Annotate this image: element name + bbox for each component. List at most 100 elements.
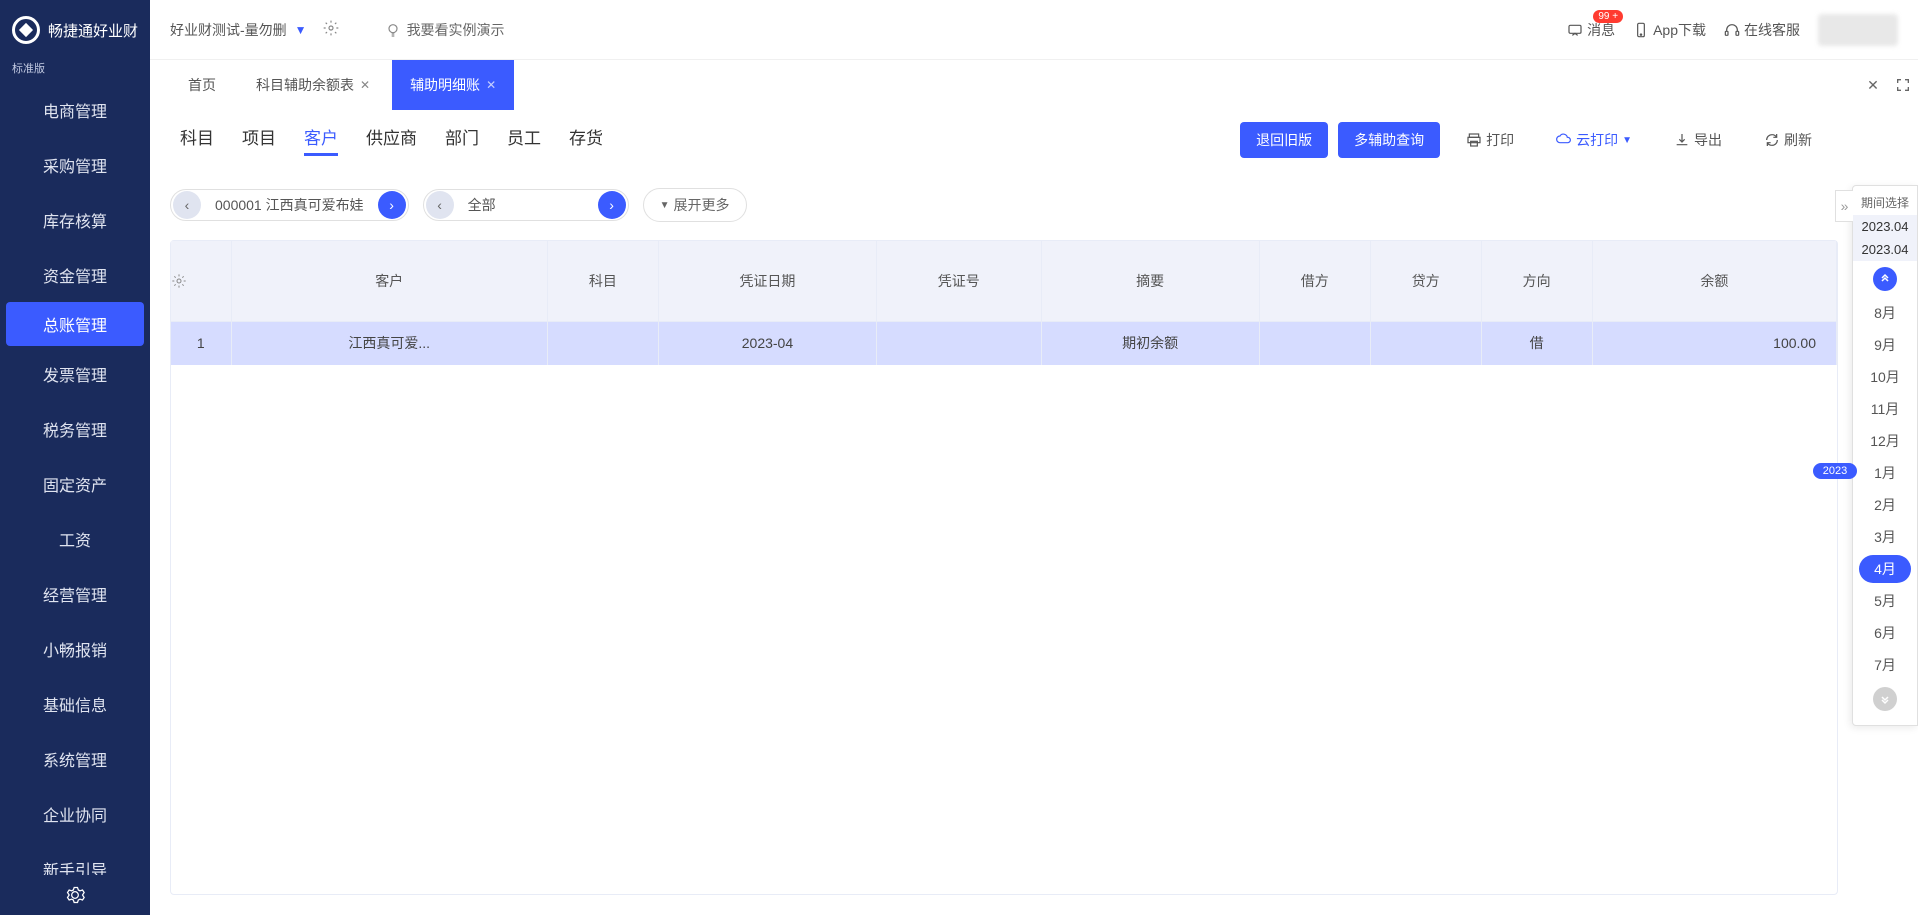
sidebar-item[interactable]: 企业协同 xyxy=(0,786,150,841)
period-to[interactable]: 2023.04 xyxy=(1853,238,1917,261)
messages-badge: 99 + xyxy=(1593,10,1623,23)
filter-tab[interactable]: 存货 xyxy=(569,124,603,156)
period-month[interactable]: 6月 xyxy=(1853,617,1917,649)
table-header-cell: 客户 xyxy=(231,241,547,321)
sidebar-item[interactable]: 税务管理 xyxy=(0,401,150,456)
user-avatar[interactable] xyxy=(1818,14,1898,46)
close-all-tabs[interactable]: ✕ xyxy=(1858,77,1888,94)
sidebar-item[interactable]: 资金管理 xyxy=(0,247,150,302)
print-button[interactable]: 打印 xyxy=(1450,122,1530,158)
sidebar-item[interactable]: 发票管理 xyxy=(0,346,150,401)
sidebar-item[interactable]: 库存核算 xyxy=(0,192,150,247)
period-month[interactable]: 4月 xyxy=(1859,555,1911,583)
scope-filter-value[interactable]: 全部 xyxy=(456,195,596,215)
period-month[interactable]: 12月 xyxy=(1853,425,1917,457)
topbar: 好业财测试-量勿删 ▼ 我要看实例演示 消息 99 + App下载 在线客服 xyxy=(150,0,1918,60)
year-badge: 2023 xyxy=(1813,463,1857,479)
chat-icon xyxy=(1567,22,1583,38)
table-cell: 2023-04 xyxy=(658,321,876,365)
table-header-cell xyxy=(171,241,231,321)
sidebar-item[interactable]: 系统管理 xyxy=(0,731,150,786)
topbar-right: 消息 99 + App下载 在线客服 xyxy=(1567,14,1898,46)
period-month[interactable]: 11月 xyxy=(1853,393,1917,425)
table-cell xyxy=(1370,321,1481,365)
nav-list: 电商管理采购管理库存核算资金管理总账管理发票管理税务管理固定资产工资经营管理小畅… xyxy=(0,82,150,875)
period-scroll-down[interactable] xyxy=(1873,687,1897,711)
filter-tab[interactable]: 员工 xyxy=(507,124,541,156)
sidebar-item[interactable]: 小畅报销 xyxy=(0,621,150,676)
customer-filter-value[interactable]: 000001 江西真可爱布娃 xyxy=(203,195,376,215)
refresh-button[interactable]: 刷新 xyxy=(1748,122,1828,158)
sidebar-item[interactable]: 总账管理 xyxy=(6,302,144,346)
period-month[interactable]: 3月 xyxy=(1853,521,1917,553)
filter-actions: 退回旧版 多辅助查询 打印 云打印 ▼ 导出 刷新 xyxy=(1240,122,1828,158)
phone-icon xyxy=(1633,22,1649,38)
period-month[interactable]: 7月 xyxy=(1853,649,1917,681)
period-month[interactable]: 2月 xyxy=(1853,489,1917,521)
table-cell xyxy=(547,321,658,365)
table-header-cell: 贷方 xyxy=(1370,241,1481,321)
fullscreen-button[interactable] xyxy=(1888,77,1918,93)
period-scroll-up[interactable] xyxy=(1873,267,1897,291)
demo-link[interactable]: 我要看实例演示 xyxy=(385,20,505,40)
back-old-button[interactable]: 退回旧版 xyxy=(1240,122,1328,158)
tab[interactable]: 辅助明细账✕ xyxy=(392,60,514,110)
filter-tab[interactable]: 科目 xyxy=(180,124,214,156)
cloud-print-button[interactable]: 云打印 ▼ xyxy=(1540,122,1648,158)
tab[interactable]: 科目辅助余额表✕ xyxy=(238,60,388,110)
period-month[interactable]: 1月2023 xyxy=(1853,457,1917,489)
table-header-cell: 摘要 xyxy=(1041,241,1259,321)
refresh-icon xyxy=(1764,132,1780,148)
multi-query-button[interactable]: 多辅助查询 xyxy=(1338,122,1440,158)
support-button[interactable]: 在线客服 xyxy=(1724,20,1800,40)
sidebar-item[interactable]: 新手引导 xyxy=(0,841,150,875)
export-button[interactable]: 导出 xyxy=(1658,122,1738,158)
filter-tab[interactable]: 项目 xyxy=(242,124,276,156)
sidebar-item[interactable]: 固定资产 xyxy=(0,456,150,511)
workspace-selector[interactable]: 好业财测试-量勿删 ▼ xyxy=(170,20,307,40)
filter-tab[interactable]: 供应商 xyxy=(366,124,417,156)
cloud-print-icon xyxy=(1556,132,1572,148)
period-from[interactable]: 2023.04 xyxy=(1853,215,1917,238)
table-cell xyxy=(877,321,1042,365)
period-month[interactable]: 5月 xyxy=(1853,585,1917,617)
tab-close-icon[interactable]: ✕ xyxy=(360,78,370,92)
sidebar-item[interactable]: 采购管理 xyxy=(0,137,150,192)
fullscreen-icon xyxy=(1895,77,1911,93)
sidebar-item[interactable]: 经营管理 xyxy=(0,566,150,621)
prev-customer-button[interactable]: ‹ xyxy=(173,191,201,219)
workspace-name: 好业财测试-量勿删 xyxy=(170,20,287,40)
next-scope-button[interactable]: › xyxy=(598,191,626,219)
chevron-down-icon: ▼ xyxy=(295,23,307,37)
sidebar-item[interactable]: 电商管理 xyxy=(0,82,150,137)
settings-icon[interactable] xyxy=(323,20,339,39)
period-month[interactable]: 8月 xyxy=(1853,297,1917,329)
prev-scope-button[interactable]: ‹ xyxy=(426,191,454,219)
period-month[interactable]: 9月 xyxy=(1853,329,1917,361)
app-download-button[interactable]: App下载 xyxy=(1633,20,1706,40)
chevron-down-icon: ▼ xyxy=(660,200,670,211)
table-header-row: 客户科目凭证日期凭证号摘要借方贷方方向余额 xyxy=(171,241,1837,321)
filter-tabs: 科目项目客户供应商部门员工存货 xyxy=(180,124,603,156)
next-customer-button[interactable]: › xyxy=(378,191,406,219)
gear-icon[interactable] xyxy=(171,273,187,289)
table-header-cell: 凭证日期 xyxy=(658,241,876,321)
sidebar-item[interactable]: 基础信息 xyxy=(0,676,150,731)
filter-tab[interactable]: 部门 xyxy=(445,124,479,156)
ledger-table: 客户科目凭证日期凭证号摘要借方贷方方向余额 1江西真可爱...2023-04期初… xyxy=(170,240,1838,895)
export-icon xyxy=(1674,132,1690,148)
tab-close-icon[interactable]: ✕ xyxy=(486,78,496,92)
messages-button[interactable]: 消息 99 + xyxy=(1567,20,1615,40)
sidebar-item[interactable]: 工资 xyxy=(0,511,150,566)
filter-tab[interactable]: 客户 xyxy=(304,124,338,156)
table-row[interactable]: 1江西真可爱...2023-04期初余额借100.00 xyxy=(171,321,1837,365)
sidebar-settings[interactable] xyxy=(0,875,150,915)
expand-more-button[interactable]: ▼ 展开更多 xyxy=(643,188,747,222)
table-header-cell: 方向 xyxy=(1481,241,1592,321)
period-months: 8月9月10月11月12月1月20232月3月4月5月6月7月 xyxy=(1853,297,1917,681)
period-collapse-button[interactable]: » xyxy=(1835,190,1853,222)
chevron-down-icon: ▼ xyxy=(1622,135,1632,146)
tab[interactable]: 首页 xyxy=(170,60,234,110)
table-header-cell: 余额 xyxy=(1592,241,1836,321)
period-month[interactable]: 10月 xyxy=(1853,361,1917,393)
